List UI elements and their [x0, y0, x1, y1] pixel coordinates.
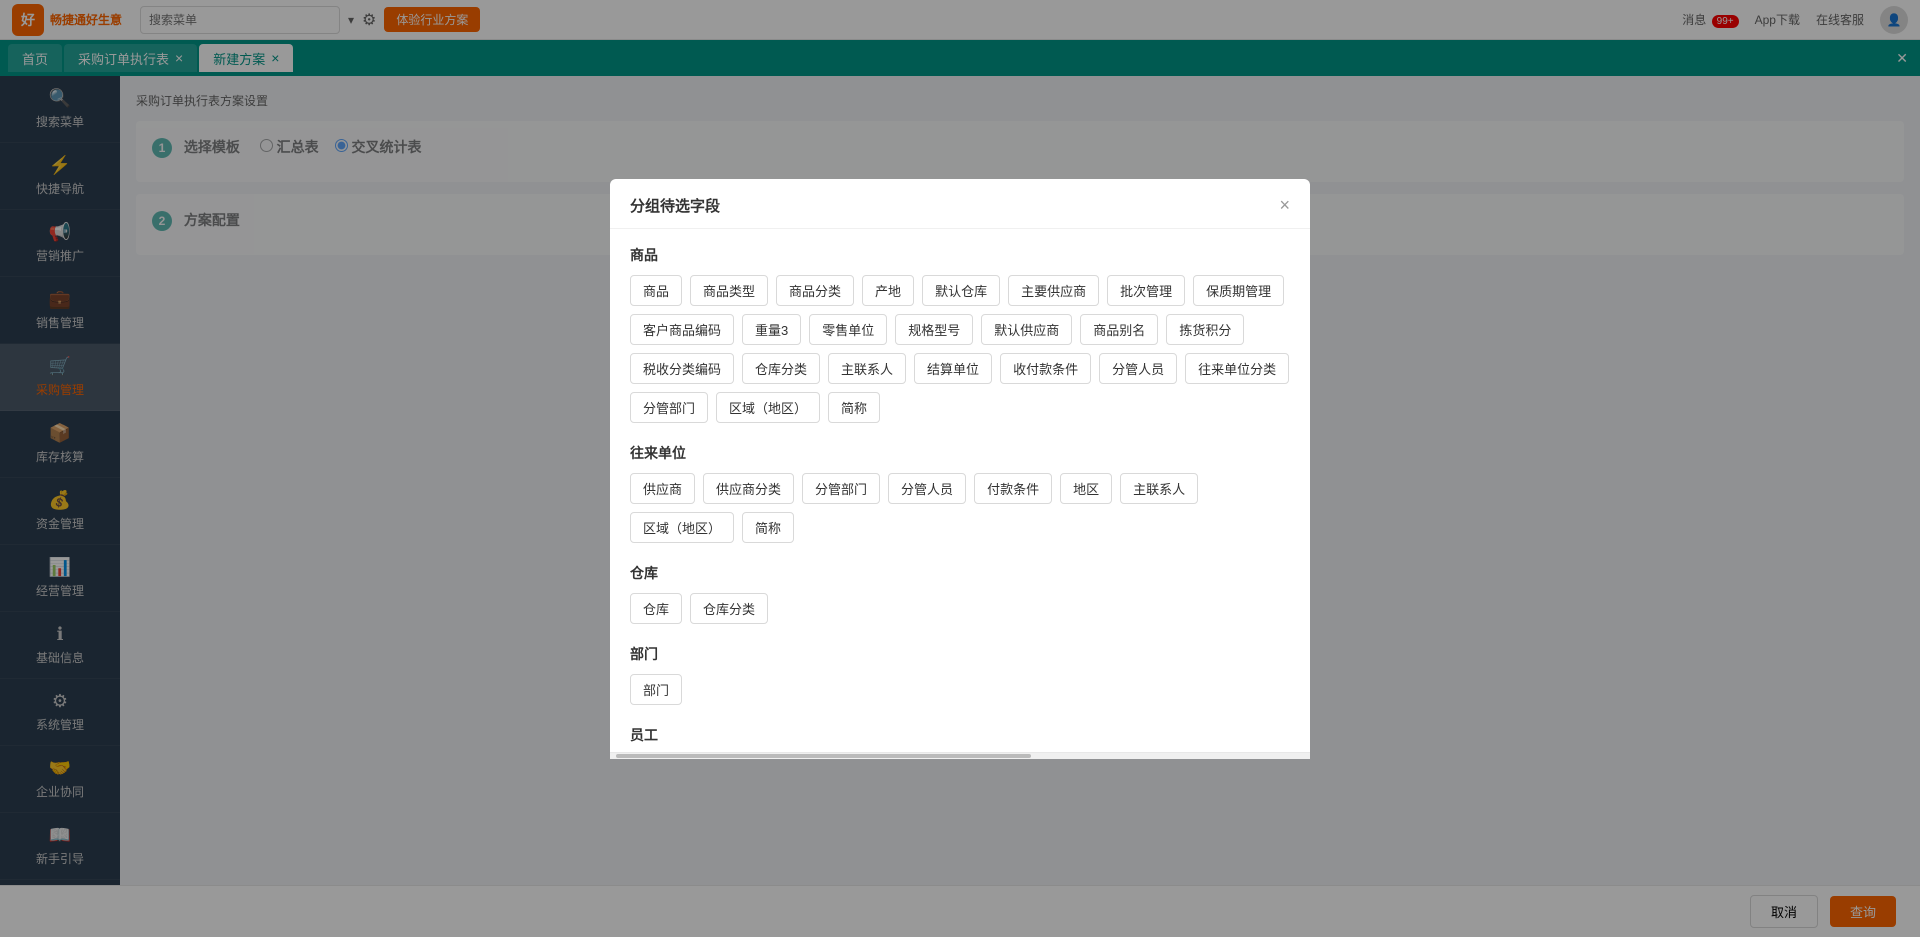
field-tag-partner-category[interactable]: 往来单位分类 — [1185, 353, 1289, 384]
field-tag-batch-manage[interactable]: 批次管理 — [1107, 275, 1185, 306]
field-tag-main-supplier[interactable]: 主要供应商 — [1008, 275, 1099, 306]
field-tags-warehouse: 仓库 仓库分类 — [630, 593, 1290, 624]
field-tag-pick-points[interactable]: 拣货积分 — [1166, 314, 1244, 345]
field-group-employee-title: 员工 — [630, 725, 1290, 745]
field-tag-short-name[interactable]: 简称 — [828, 392, 880, 423]
field-tags-partner: 供应商 供应商分类 分管部门 分管人员 付款条件 地区 主联系人 区域（地区） … — [630, 473, 1290, 543]
field-tag-tax-code[interactable]: 税收分类编码 — [630, 353, 734, 384]
field-tag-origin[interactable]: 产地 — [862, 275, 914, 306]
field-tag-goods-type[interactable]: 商品类型 — [690, 275, 768, 306]
field-tag-goods-category[interactable]: 商品分类 — [776, 275, 854, 306]
field-group-department-title: 部门 — [630, 644, 1290, 664]
field-tag-settlement-unit[interactable]: 结算单位 — [914, 353, 992, 384]
field-group-partner: 往来单位 供应商 供应商分类 分管部门 分管人员 付款条件 地区 主联系人 区域… — [630, 443, 1290, 543]
field-tags-department: 部门 — [630, 674, 1290, 705]
field-group-partner-title: 往来单位 — [630, 443, 1290, 463]
field-tag-payment-terms[interactable]: 收付款条件 — [1000, 353, 1091, 384]
field-tag-pay-terms[interactable]: 付款条件 — [974, 473, 1052, 504]
modal-header: 分组待选字段 × — [610, 179, 1310, 229]
field-tag-supplier-category[interactable]: 供应商分类 — [703, 473, 794, 504]
field-tag-spec-model[interactable]: 规格型号 — [895, 314, 973, 345]
field-group-goods: 商品 商品 商品类型 商品分类 产地 默认仓库 主要供应商 批次管理 保质期管理… — [630, 245, 1290, 423]
field-tag-supplier[interactable]: 供应商 — [630, 473, 695, 504]
field-tag-retail-unit[interactable]: 零售单位 — [809, 314, 887, 345]
field-group-department: 部门 部门 — [630, 644, 1290, 705]
field-tag-short-name2[interactable]: 简称 — [742, 512, 794, 543]
field-tag-expiry-manage[interactable]: 保质期管理 — [1193, 275, 1284, 306]
field-tag-partner-dept[interactable]: 分管部门 — [802, 473, 880, 504]
field-tag-goods-alias[interactable]: 商品别名 — [1080, 314, 1158, 345]
field-group-employee: 员工 业务员 — [630, 725, 1290, 753]
field-tags-goods: 商品 商品类型 商品分类 产地 默认仓库 主要供应商 批次管理 保质期管理 客户… — [630, 275, 1290, 423]
field-group-warehouse-title: 仓库 — [630, 563, 1290, 583]
modal-body: 商品 商品 商品类型 商品分类 产地 默认仓库 主要供应商 批次管理 保质期管理… — [610, 229, 1310, 753]
modal-horizontal-scrollbar[interactable] — [610, 752, 1310, 758]
field-tag-main-contact2[interactable]: 主联系人 — [1120, 473, 1198, 504]
field-tag-default-warehouse[interactable]: 默认仓库 — [922, 275, 1000, 306]
modal-dialog: 分组待选字段 × 商品 商品 商品类型 商品分类 产地 默认仓库 主要供应商 批… — [610, 179, 1310, 759]
field-tag-partner-manager[interactable]: 分管人员 — [888, 473, 966, 504]
field-tag-weight3[interactable]: 重量3 — [742, 314, 801, 345]
field-tag-department[interactable]: 部门 — [630, 674, 682, 705]
field-tag-warehouse[interactable]: 仓库 — [630, 593, 682, 624]
field-group-goods-title: 商品 — [630, 245, 1290, 265]
field-tag-goods[interactable]: 商品 — [630, 275, 682, 306]
modal-close-button[interactable]: × — [1279, 195, 1290, 216]
modal-overlay: 分组待选字段 × 商品 商品 商品类型 商品分类 产地 默认仓库 主要供应商 批… — [0, 0, 1920, 937]
modal-title: 分组待选字段 — [630, 195, 720, 216]
field-tag-dept-manage[interactable]: 分管部门 — [630, 392, 708, 423]
field-tag-warehouse-category[interactable]: 仓库分类 — [742, 353, 820, 384]
field-tag-main-contact[interactable]: 主联系人 — [828, 353, 906, 384]
field-tag-warehouse-cat[interactable]: 仓库分类 — [690, 593, 768, 624]
field-tag-region[interactable]: 区域（地区） — [716, 392, 820, 423]
field-tag-district[interactable]: 地区 — [1060, 473, 1112, 504]
field-tag-manager[interactable]: 分管人员 — [1099, 353, 1177, 384]
field-tag-default-supplier[interactable]: 默认供应商 — [981, 314, 1072, 345]
field-tag-customer-code[interactable]: 客户商品编码 — [630, 314, 734, 345]
field-tag-region2[interactable]: 区域（地区） — [630, 512, 734, 543]
field-group-warehouse: 仓库 仓库 仓库分类 — [630, 563, 1290, 624]
